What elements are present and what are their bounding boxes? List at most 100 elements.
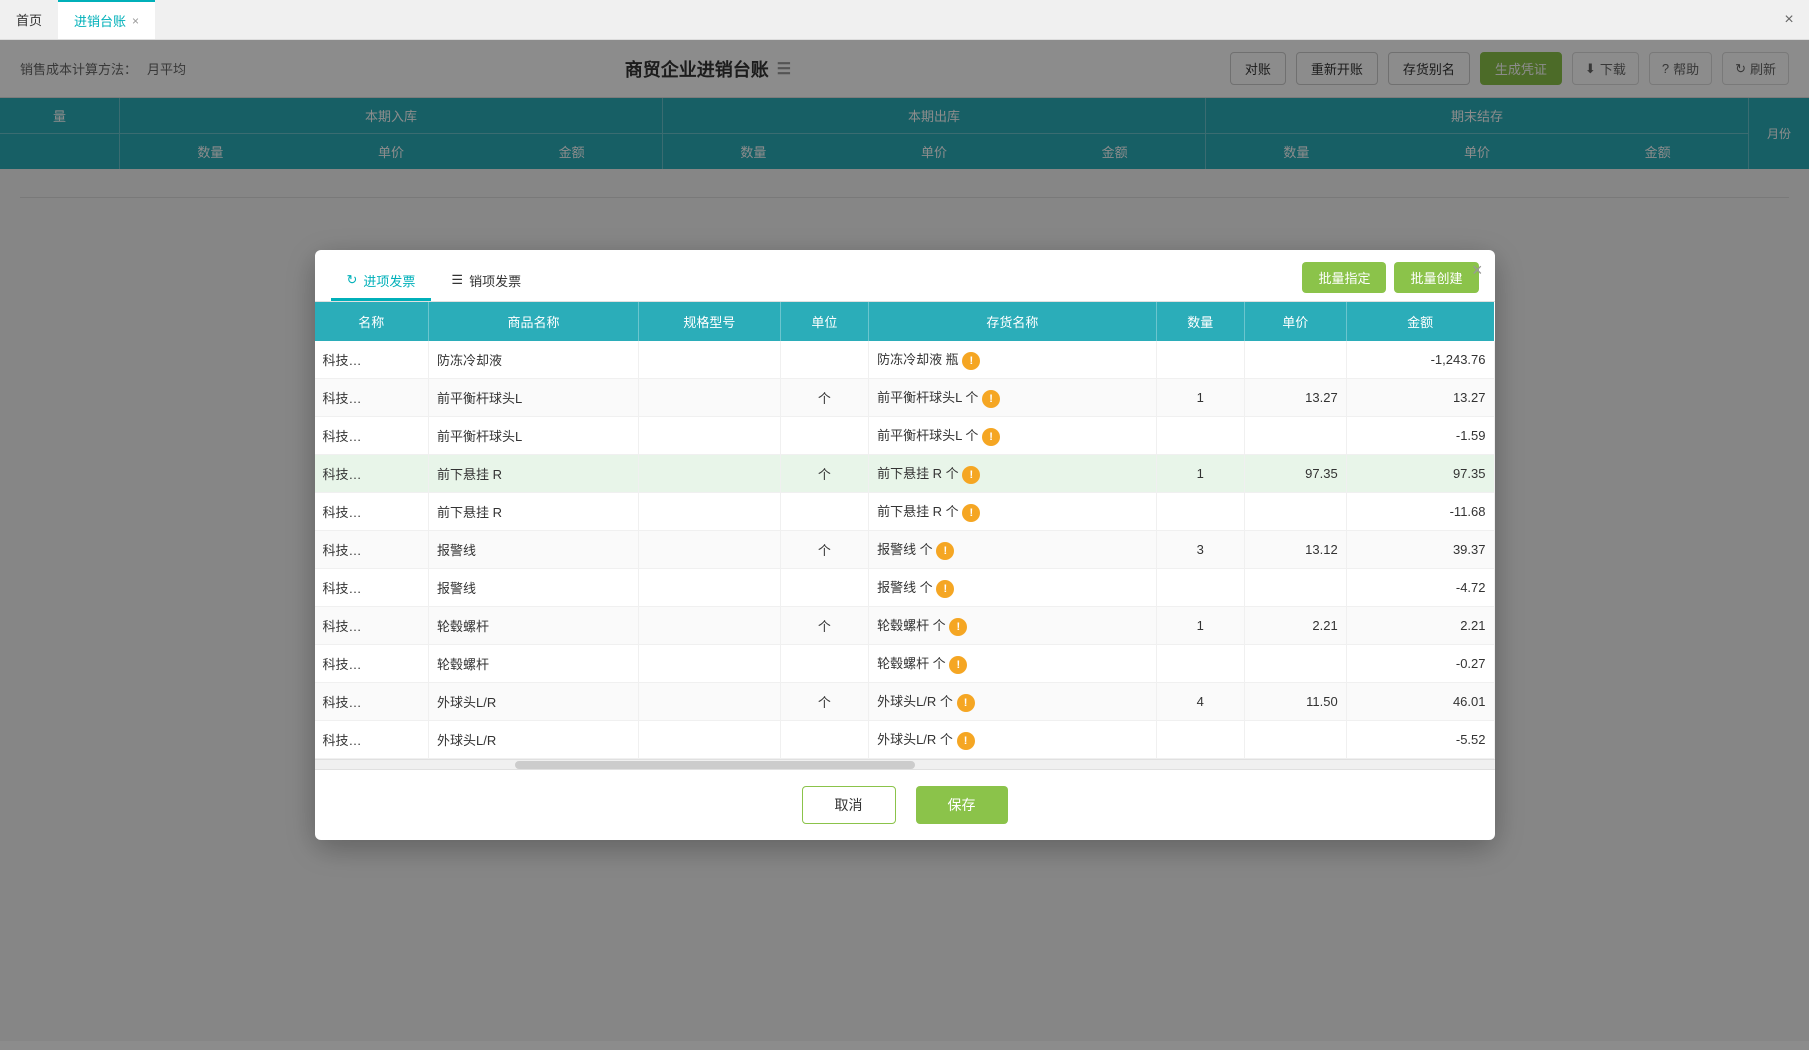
table-row: 科技…外球头L/R 外球头L/R 个 ! -5.52 [315,721,1495,759]
table-cell: 科技… [315,455,429,493]
table-row: 科技…外球头L/R个外球头L/R 个 !411.5046.01 [315,683,1495,721]
inventory-name: 轮毂螺杆 个 [877,618,946,633]
table-cell [1244,721,1346,759]
nav-tab-active[interactable]: 进销台账 × [58,0,155,39]
horizontal-scrollbar[interactable] [315,759,1495,769]
col-header-name: 名称 [315,302,429,341]
table-row: 科技…前下悬挂 R前下悬挂 R 个 !-11.68 [315,493,1495,531]
income-tab-icon: ↻ [347,272,358,288]
table-cell: 防冻冷却液 瓶 ! [869,341,1157,379]
table-cell [1244,569,1346,607]
table-cell: 2.21 [1244,607,1346,645]
table-cell: 13.12 [1244,531,1346,569]
inventory-name: 前平衡杆球头L 个 [877,428,978,443]
batch-assign-button[interactable]: 批量指定 [1302,262,1386,293]
table-row: 科技…轮毂螺杆个轮毂螺杆 个 !12.212.21 [315,607,1495,645]
inventory-name: 前下悬挂 R 个 [877,504,959,519]
inventory-name: 前平衡杆球头L 个 [877,390,978,405]
table-cell [780,721,868,759]
table-row: 科技…防冻冷却液防冻冷却液 瓶 !-1,243.76 [315,341,1495,379]
table-row: 科技…报警线报警线 个 !-4.72 [315,569,1495,607]
table-cell [1244,493,1346,531]
modal-table-wrap[interactable]: 名称 商品名称 规格型号 单位 存货名称 数量 单价 金额 科技…防冻冷却液防冻… [315,302,1495,759]
table-cell [1156,721,1244,759]
table-cell: -1.59 [1346,417,1494,455]
table-cell [638,607,780,645]
inventory-name: 报警线 个 [877,542,933,557]
table-row: 科技…前平衡杆球头L 前平衡杆球头L 个 ! -1.59 [315,417,1495,455]
table-cell: 前下悬挂 R [429,455,639,493]
col-header-product: 商品名称 [429,302,639,341]
modal-dialog: ↻ 进项发票 ☰ 销项发票 批量指定 批量创建 × 名称 商品名称 规格型号 [315,250,1495,840]
table-cell: 前下悬挂 R 个 ! [869,493,1157,531]
table-cell [1156,341,1244,379]
sales-tab-label: 销项发票 [469,271,521,290]
tab-sales[interactable]: ☰ 销项发票 [435,263,537,301]
cancel-button[interactable]: 取消 [802,786,896,824]
tab-label: 进销台账 [74,11,126,30]
table-cell [638,645,780,683]
table-row: 科技…报警线个报警线 个 !313.1239.37 [315,531,1495,569]
table-cell: 97.35 [1244,455,1346,493]
warning-icon: ! [949,618,967,636]
table-cell: 外球头L/R [429,721,639,759]
warning-icon: ! [957,732,975,750]
col-header-amount: 金额 [1346,302,1494,341]
table-cell: 个 [780,683,868,721]
table-cell: 轮毂螺杆 [429,645,639,683]
table-cell: 科技… [315,531,429,569]
scrollbar-thumb [515,761,915,769]
warning-icon: ! [962,504,980,522]
batch-create-button[interactable]: 批量创建 [1394,262,1478,293]
modal-header-actions: 批量指定 批量创建 [1302,262,1478,301]
table-cell [1244,645,1346,683]
inventory-name: 外球头L/R 个 [877,732,953,747]
table-cell [638,721,780,759]
table-cell [638,531,780,569]
table-cell: 科技… [315,721,429,759]
table-cell: 外球头L/R 个 ! [869,721,1157,759]
table-cell: 科技… [315,607,429,645]
table-cell [638,493,780,531]
col-header-spec: 规格型号 [638,302,780,341]
modal-close-button[interactable]: × [1472,260,1483,281]
invoice-table: 名称 商品名称 规格型号 单位 存货名称 数量 单价 金额 科技…防冻冷却液防冻… [315,302,1495,759]
table-cell: 科技… [315,493,429,531]
table-cell: 轮毂螺杆 [429,607,639,645]
warning-icon: ! [982,390,1000,408]
table-cell: 前平衡杆球头L [429,417,639,455]
table-cell [1244,341,1346,379]
table-cell: 科技… [315,417,429,455]
table-cell: 报警线 个 ! [869,569,1157,607]
table-cell [780,645,868,683]
table-cell: 科技… [315,341,429,379]
nav-home[interactable]: 首页 [0,0,58,39]
save-button[interactable]: 保存 [916,786,1008,824]
warning-icon: ! [982,428,1000,446]
table-cell: 科技… [315,683,429,721]
warning-icon: ! [936,580,954,598]
table-cell: -5.52 [1346,721,1494,759]
table-cell: 1 [1156,607,1244,645]
table-cell: 46.01 [1346,683,1494,721]
table-cell: 个 [780,455,868,493]
table-cell [1156,417,1244,455]
table-row: 科技…轮毂螺杆轮毂螺杆 个 !-0.27 [315,645,1495,683]
table-cell: 个 [780,607,868,645]
window-close-button[interactable]: × [1769,0,1809,40]
warning-icon: ! [962,352,980,370]
table-cell: 科技… [315,569,429,607]
inventory-name: 报警线 个 [877,580,933,595]
table-cell: 1 [1156,379,1244,417]
modal-header: ↻ 进项发票 ☰ 销项发票 批量指定 批量创建 [315,250,1495,302]
warning-icon: ! [957,694,975,712]
warning-icon: ! [936,542,954,560]
tab-close-icon[interactable]: × [132,14,139,28]
sales-tab-icon: ☰ [451,272,463,288]
modal-overlay: ↻ 进项发票 ☰ 销项发票 批量指定 批量创建 × 名称 商品名称 规格型号 [0,40,1809,1050]
col-header-inventory: 存货名称 [869,302,1157,341]
tab-income[interactable]: ↻ 进项发票 [331,263,432,301]
table-cell [780,569,868,607]
table-cell [638,341,780,379]
table-cell: 个 [780,379,868,417]
